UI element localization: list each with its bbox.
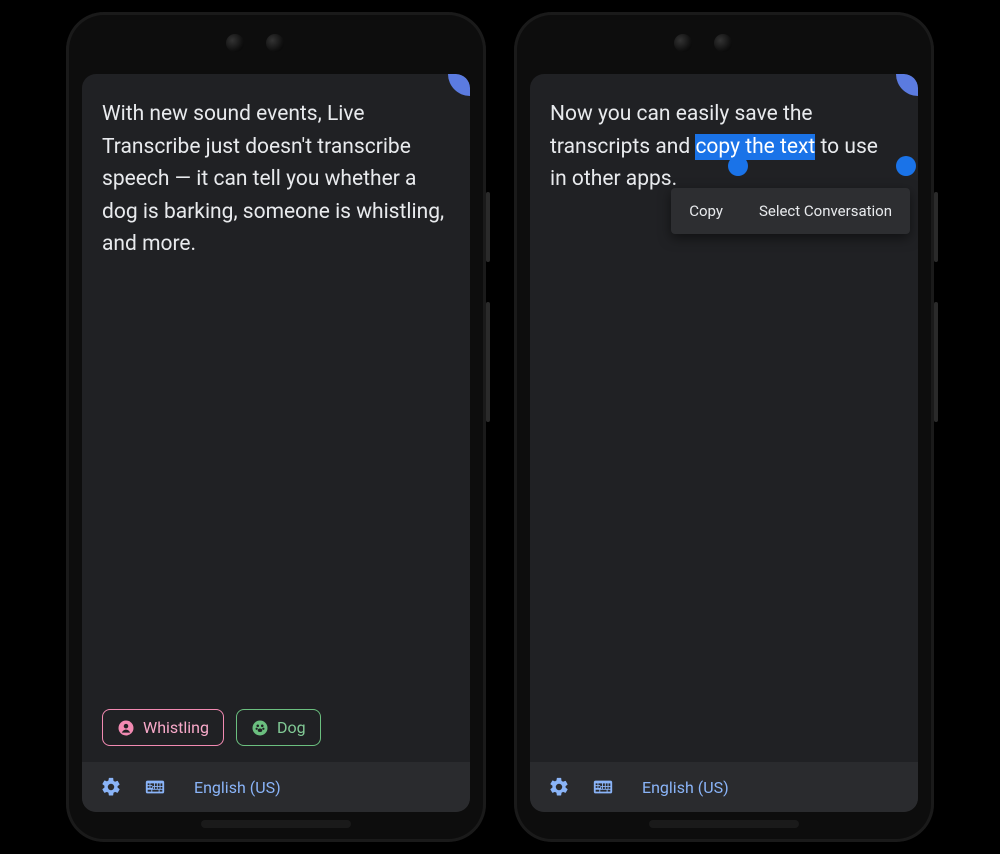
person-icon <box>117 719 135 737</box>
context-menu-select-conversation[interactable]: Select Conversation <box>741 188 910 234</box>
chip-label: Dog <box>277 718 306 737</box>
phone-right: Now you can easily save the transcripts … <box>514 12 934 842</box>
paw-icon <box>251 719 269 737</box>
text-context-menu: Copy Select Conversation <box>671 188 910 234</box>
home-bar <box>201 820 351 828</box>
home-bar <box>649 820 799 828</box>
language-selector[interactable]: English (US) <box>194 778 281 797</box>
language-selector[interactable]: English (US) <box>642 778 729 797</box>
volume-button[interactable] <box>486 302 490 422</box>
context-menu-copy[interactable]: Copy <box>671 188 741 234</box>
keyboard-icon[interactable] <box>592 776 614 798</box>
bottom-bar: English (US) <box>530 762 918 812</box>
settings-icon[interactable] <box>548 776 570 798</box>
camera-lens-icon <box>674 34 692 52</box>
chip-label: Whistling <box>143 718 209 737</box>
sound-chip-dog[interactable]: Dog <box>236 709 321 746</box>
keyboard-icon[interactable] <box>144 776 166 798</box>
phone-left: With new sound events, Live Transcribe j… <box>66 12 486 842</box>
volume-button[interactable] <box>934 302 938 422</box>
settings-icon[interactable] <box>100 776 122 798</box>
screen-right: Now you can easily save the transcripts … <box>530 74 918 812</box>
transcript-area[interactable]: Now you can easily save the transcripts … <box>530 74 918 762</box>
sound-event-chips: Whistling Dog <box>102 709 321 746</box>
transcript-area[interactable]: With new sound events, Live Transcribe j… <box>82 74 470 762</box>
power-button[interactable] <box>486 192 490 262</box>
selection-handle-end[interactable] <box>896 156 916 176</box>
camera-lens-icon <box>714 34 732 52</box>
screen-left: With new sound events, Live Transcribe j… <box>82 74 470 812</box>
sound-chip-whistling[interactable]: Whistling <box>102 709 224 746</box>
transcript-text[interactable]: With new sound events, Live Transcribe j… <box>102 98 450 261</box>
transcript-text[interactable]: Now you can easily save the transcripts … <box>550 98 898 196</box>
bottom-bar: English (US) <box>82 762 470 812</box>
camera-lens-icon <box>266 34 284 52</box>
camera-lens-icon <box>226 34 244 52</box>
selected-text[interactable]: copy the text <box>695 134 815 160</box>
power-button[interactable] <box>934 192 938 262</box>
selection-handle-start[interactable] <box>728 156 748 176</box>
